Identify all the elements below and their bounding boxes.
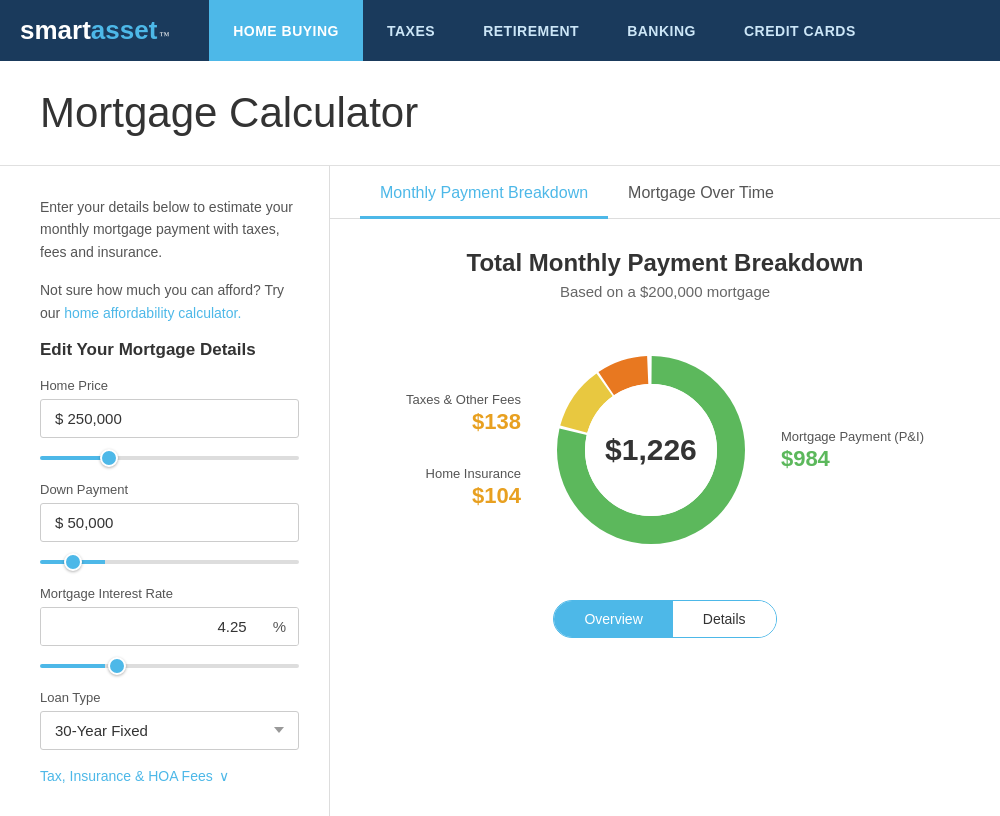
chart-title: Total Monthly Payment Breakdown <box>370 249 960 277</box>
mortgage-value: $984 <box>781 446 924 472</box>
down-payment-slider[interactable] <box>40 560 299 564</box>
chart-area: Total Monthly Payment Breakdown Based on… <box>330 219 1000 668</box>
home-price-slider-container <box>40 446 299 464</box>
insurance-value: $104 <box>406 483 521 509</box>
donut-center-value: $1,226 <box>605 433 697 467</box>
nav-home-buying[interactable]: HOME BUYING <box>209 0 363 61</box>
interest-rate-label: Mortgage Interest Rate <box>40 586 299 601</box>
down-payment-field: Down Payment <box>40 482 299 568</box>
logo-tm: ™ <box>159 30 169 41</box>
home-price-field: Home Price <box>40 378 299 464</box>
right-labels: Mortgage Payment (P&I) $984 <box>781 428 924 472</box>
loan-type-label: Loan Type <box>40 690 299 705</box>
down-payment-label: Down Payment <box>40 482 299 497</box>
loan-type-field: Loan Type 30-Year Fixed 15-Year Fixed 5/… <box>40 690 299 750</box>
toggle-group: Overview Details <box>553 600 776 638</box>
home-price-label: Home Price <box>40 378 299 393</box>
bottom-toggle: Overview Details <box>370 600 960 638</box>
logo-asset-text: asset <box>91 15 158 46</box>
logo: smartasset™ <box>20 15 169 46</box>
intro-paragraph-2: Not sure how much you can afford? Try ou… <box>40 279 299 324</box>
taxes-label-group: Taxes & Other Fees $138 <box>406 391 521 435</box>
chart-subtitle: Based on a $200,000 mortgage <box>370 283 960 300</box>
nav-taxes[interactable]: TAXES <box>363 0 459 61</box>
hoa-fees-label: Tax, Insurance & HOA Fees <box>40 768 213 784</box>
interest-rate-input[interactable] <box>41 608 261 645</box>
interest-rate-input-row: % <box>40 607 299 646</box>
main-content: Enter your details below to estimate you… <box>0 166 1000 816</box>
left-labels: Taxes & Other Fees $138 Home Insurance $… <box>406 391 521 509</box>
logo-smart-text: smart <box>20 15 91 46</box>
section-title: Edit Your Mortgage Details <box>40 340 299 360</box>
insurance-label-group: Home Insurance $104 <box>406 465 521 509</box>
intro-paragraph-1: Enter your details below to estimate you… <box>40 196 299 263</box>
taxes-value: $138 <box>406 409 521 435</box>
header: smartasset™ HOME BUYING TAXES RETIREMENT… <box>0 0 1000 61</box>
right-panel: Monthly Payment Breakdown Mortgage Over … <box>330 166 1000 816</box>
left-panel: Enter your details below to estimate you… <box>0 166 330 816</box>
mortgage-name: Mortgage Payment (P&I) <box>781 428 924 446</box>
down-payment-slider-container <box>40 550 299 568</box>
donut-chart: $1,226 <box>541 340 761 560</box>
mortgage-label-group: Mortgage Payment (P&I) $984 <box>781 428 924 472</box>
hoa-fees-link[interactable]: Tax, Insurance & HOA Fees ∨ <box>40 768 299 784</box>
toggle-overview[interactable]: Overview <box>554 601 672 637</box>
tabs-bar: Monthly Payment Breakdown Mortgage Over … <box>330 166 1000 219</box>
home-affordability-link[interactable]: home affordability calculator. <box>64 305 241 321</box>
page-title-bar: Mortgage Calculator <box>0 61 1000 166</box>
nav-banking[interactable]: BANKING <box>603 0 720 61</box>
taxes-name: Taxes & Other Fees <box>406 391 521 409</box>
home-price-slider[interactable] <box>40 456 299 460</box>
page-title: Mortgage Calculator <box>40 89 960 137</box>
nav-credit-cards[interactable]: CREDIT CARDS <box>720 0 880 61</box>
interest-rate-slider[interactable] <box>40 664 299 668</box>
insurance-name: Home Insurance <box>406 465 521 483</box>
percent-symbol: % <box>261 608 298 645</box>
toggle-details[interactable]: Details <box>673 601 776 637</box>
main-nav: HOME BUYING TAXES RETIREMENT BANKING CRE… <box>209 0 880 61</box>
interest-rate-slider-container <box>40 654 299 672</box>
donut-container: Taxes & Other Fees $138 Home Insurance $… <box>370 340 960 560</box>
down-payment-input[interactable] <box>40 503 299 542</box>
home-price-input[interactable] <box>40 399 299 438</box>
loan-type-select[interactable]: 30-Year Fixed 15-Year Fixed 5/1 ARM 3/1 … <box>40 711 299 750</box>
nav-retirement[interactable]: RETIREMENT <box>459 0 603 61</box>
tab-monthly-payment[interactable]: Monthly Payment Breakdown <box>360 166 608 219</box>
interest-rate-field: Mortgage Interest Rate % <box>40 586 299 672</box>
tab-mortgage-over-time[interactable]: Mortgage Over Time <box>608 166 794 219</box>
chevron-down-icon: ∨ <box>219 768 229 784</box>
